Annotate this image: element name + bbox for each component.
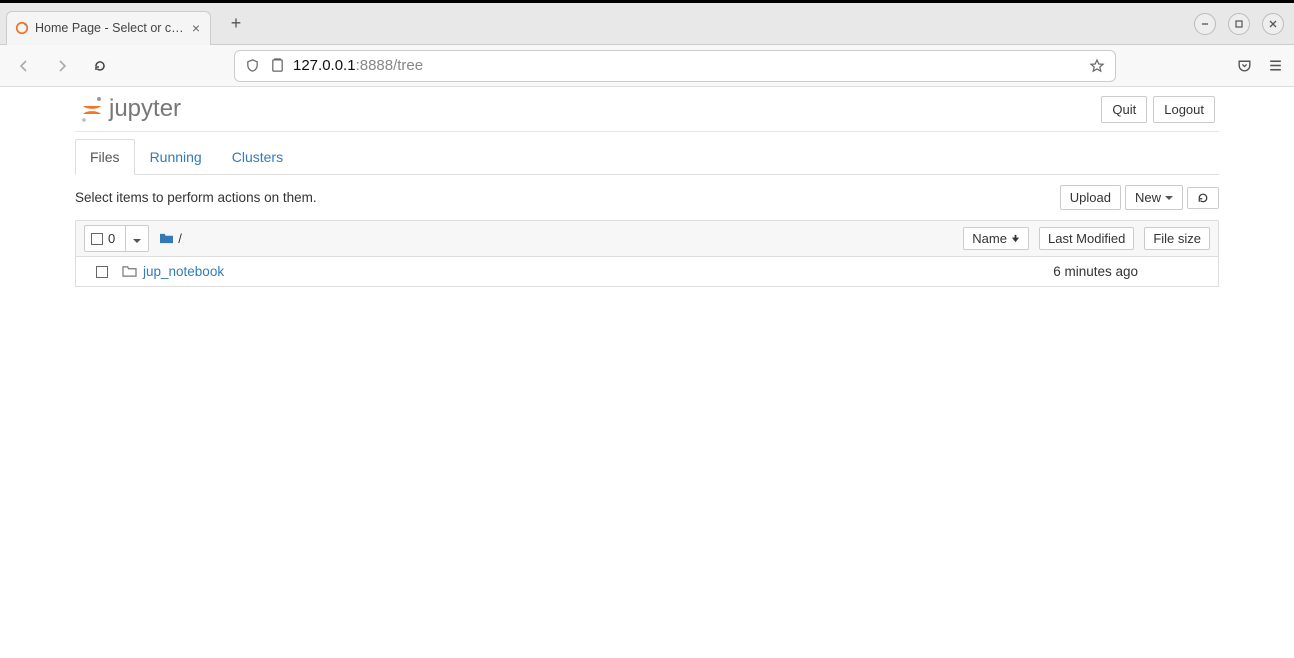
reload-button[interactable] — [86, 52, 114, 80]
hamburger-menu-icon[interactable] — [1267, 57, 1284, 74]
new-dropdown-button[interactable]: New — [1125, 185, 1183, 210]
url-text: 127.0.0.1:8888/tree — [293, 57, 1081, 74]
jupyter-favicon — [15, 21, 29, 35]
address-bar[interactable]: 127.0.0.1:8888/tree — [234, 50, 1116, 82]
jupyter-logo-text: jupyter — [109, 95, 181, 123]
browser-tab-title: Home Page - Select or crea — [35, 21, 184, 35]
jupyter-logo[interactable]: jupyter — [79, 95, 181, 123]
maximize-window-button[interactable] — [1228, 13, 1250, 35]
breadcrumb[interactable]: / — [159, 231, 182, 246]
new-button-label: New — [1135, 190, 1161, 205]
file-modified: 6 minutes ago — [1053, 264, 1210, 279]
new-tab-button[interactable]: + — [223, 11, 249, 37]
back-button[interactable] — [10, 52, 38, 80]
sort-name-button[interactable]: Name — [963, 227, 1029, 250]
refresh-button[interactable] — [1187, 187, 1219, 209]
row-checkbox[interactable] — [96, 266, 108, 278]
browser-tab[interactable]: Home Page - Select or crea × — [6, 11, 211, 45]
tab-clusters[interactable]: Clusters — [217, 139, 298, 175]
forward-button[interactable] — [48, 52, 76, 80]
sort-name-label: Name — [972, 231, 1007, 246]
shield-icon[interactable] — [245, 58, 260, 73]
main-tabs: Files Running Clusters — [75, 138, 1219, 175]
select-all-control: 0 — [84, 225, 149, 252]
pocket-icon[interactable] — [1236, 57, 1253, 74]
caret-down-icon — [133, 239, 141, 243]
tab-running[interactable]: Running — [135, 139, 217, 175]
select-all-dropdown[interactable] — [125, 226, 148, 251]
jupyter-header: jupyter Quit Logout — [75, 87, 1219, 132]
folder-outline-icon — [122, 265, 137, 278]
folder-icon — [159, 232, 174, 245]
refresh-icon — [1197, 192, 1209, 204]
logout-button[interactable]: Logout — [1153, 96, 1215, 123]
url-host: 127.0.0.1 — [293, 57, 356, 74]
tab-files[interactable]: Files — [75, 139, 135, 175]
page-content: jupyter Quit Logout Files Running Cluste… — [75, 87, 1219, 287]
browser-toolbar: 127.0.0.1:8888/tree — [0, 45, 1294, 87]
close-window-button[interactable] — [1262, 13, 1284, 35]
minimize-window-button[interactable] — [1194, 13, 1216, 35]
file-list-header: 0 / Name Last Modified File size — [75, 220, 1219, 257]
selected-count: 0 — [108, 231, 121, 246]
window-controls — [1194, 13, 1294, 35]
sort-desc-icon — [1011, 234, 1020, 243]
bookmark-star-icon[interactable] — [1089, 58, 1105, 74]
selection-hint: Select items to perform actions on them. — [75, 190, 317, 205]
caret-down-icon — [1165, 196, 1173, 200]
upload-button[interactable]: Upload — [1060, 185, 1121, 210]
file-row: jup_notebook 6 minutes ago — [75, 257, 1219, 287]
action-toolbar: Select items to perform actions on them.… — [75, 175, 1219, 220]
browser-tab-bar: Home Page - Select or crea × + — [0, 3, 1294, 45]
file-link[interactable]: jup_notebook — [143, 264, 224, 279]
url-path: :8888/tree — [356, 57, 424, 74]
checkbox-icon — [91, 233, 103, 245]
sort-size-button[interactable]: File size — [1144, 227, 1210, 250]
quit-button[interactable]: Quit — [1101, 96, 1147, 123]
sort-modified-button[interactable]: Last Modified — [1039, 227, 1134, 250]
close-tab-icon[interactable]: × — [190, 21, 202, 35]
select-all-checkbox[interactable]: 0 — [85, 227, 125, 250]
breadcrumb-root: / — [178, 231, 182, 246]
jupyter-logo-icon — [79, 95, 105, 123]
site-info-icon[interactable] — [270, 58, 285, 73]
